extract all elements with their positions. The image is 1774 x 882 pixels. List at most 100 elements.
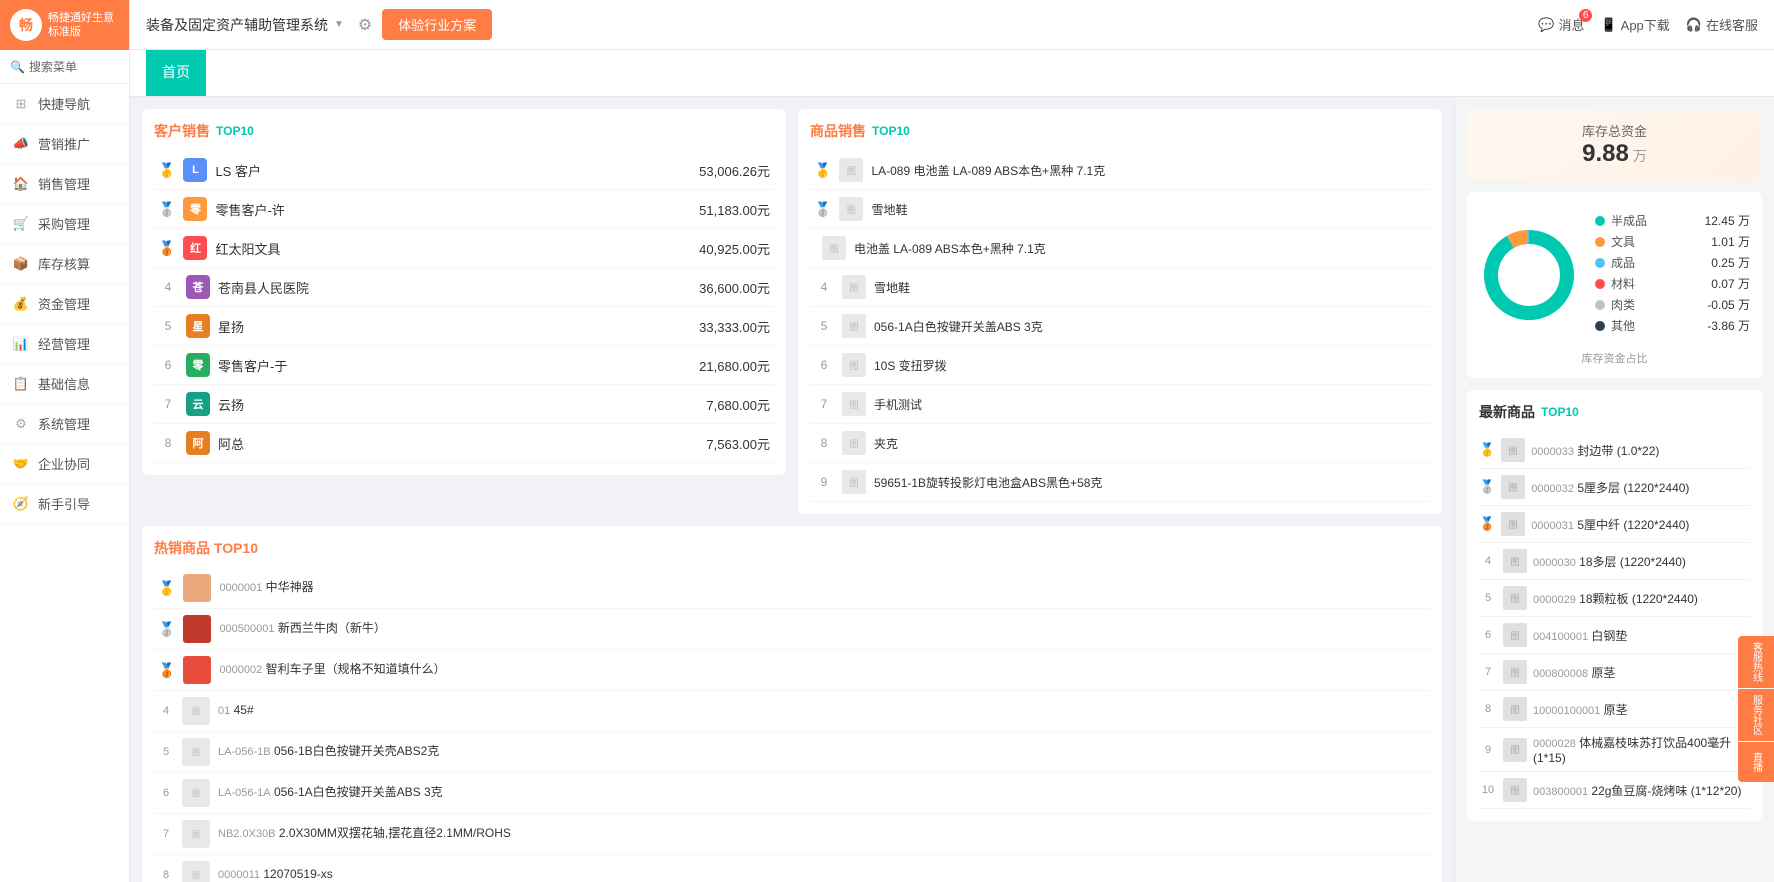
sidebar-item-operations[interactable]: 📊 经营管理 [0, 324, 129, 364]
newest-product-item: 5 图 0000029 18颗粒板 (1220*2440) [1479, 580, 1750, 617]
legend-item: 材料 0.07 万 [1595, 275, 1750, 292]
product-rank-item: 4 图 雪地鞋 [810, 268, 1430, 307]
inventory-subtitle: 库存资金占比 [1479, 350, 1750, 366]
product-rank-item: 6 图 10S 变扭罗拨 [810, 346, 1430, 385]
hot-product-item: 5 图 LA-056-1B 056-1B白色按键开关壳ABS2克 [154, 732, 1430, 773]
sidebar-item-quick-nav[interactable]: ⊞ 快捷导航 [0, 84, 129, 124]
customer-list-item: 6 零 零售客户-于 21,680.00元 [154, 346, 774, 385]
product-rank-item: 图 电池盖 LA-089 ABS本色+黑种 7.1克 [810, 229, 1430, 268]
customer-list-item: 4 苍 苍南县人民医院 36,600.00元 [154, 268, 774, 307]
inventory-icon: 📦 [12, 255, 30, 273]
sidebar-item-purchase[interactable]: 🛒 采购管理 [0, 204, 129, 244]
page-nav: 首页 [130, 50, 1774, 97]
cs-live-button[interactable]: 直播 [1738, 742, 1774, 782]
enterprise-icon: 🤝 [12, 455, 30, 473]
sidebar-item-inventory[interactable]: 📦 库存核算 [0, 244, 129, 284]
inventory-value: 9.88 [1582, 140, 1629, 168]
customer-list-item: 8 阿 阿总 7,563.00元 [154, 424, 774, 463]
hot-product-item: 4 图 01 45# [154, 691, 1430, 732]
newest-product-item: 🥈 图 0000032 5厘多层 (1220*2440) [1479, 469, 1750, 506]
product-rank-item: 9 图 59651-1B旋转投影灯电池盒ABS黑色+58克 [810, 463, 1430, 502]
newest-product-item: 🥉 图 0000031 5厘中纤 (1220*2440) [1479, 506, 1750, 543]
trial-button[interactable]: 体验行业方案 [382, 9, 492, 40]
customer-list-item: 7 云 云扬 7,680.00元 [154, 385, 774, 424]
hot-product-item: 🥇 0000001 中华神器 [154, 568, 1430, 609]
product-rank-card: 商品销售 TOP10 🥇 图 LA-089 电池盖 LA-089 ABS本色+黑… [798, 109, 1442, 514]
product-rank-title: 商品销售 TOP10 [810, 121, 1430, 141]
newest-products-card: 最新商品 TOP10 🥇 图 0000033 封边带 (1.0*22) 🥈 图 … [1467, 390, 1762, 821]
product-rank-item: 🥈 图 雪地鞋 [810, 190, 1430, 229]
search-icon: 🔍 [10, 60, 25, 74]
hot-product-item: 6 图 LA-056-1A 056-1A白色按键开关盖ABS 3克 [154, 773, 1430, 814]
online-service-button[interactable]: 🎧 在线客服 [1686, 15, 1758, 34]
gear-icon[interactable]: ⚙ [358, 15, 372, 35]
cs-hotline-button[interactable]: 客服热线 [1738, 636, 1774, 688]
message-icon: 💬 [1538, 17, 1554, 33]
top-customers-card: 客户销售 TOP10 🥇 L LS 客户 53,006.26元 🥈 零 零售客户… [142, 109, 786, 475]
cs-widget: 客服热线 服务社区 直播 [1738, 636, 1774, 782]
legend-item: 肉类 -0.05 万 [1595, 296, 1750, 313]
system-name: 装备及固定资产辅助管理系统 [146, 15, 328, 35]
newest-product-item: 10 图 003800001 22g鱼豆腐-烧烤味 (1*12*20) [1479, 772, 1750, 809]
sales-icon: 🏠 [12, 175, 30, 193]
newest-product-item: 8 图 10000100001 原茎 [1479, 691, 1750, 728]
customer-list-item: 🥈 零 零售客户-许 51,183.00元 [154, 190, 774, 229]
tab-home[interactable]: 首页 [146, 50, 206, 96]
message-button[interactable]: 💬 消息 6 [1538, 15, 1584, 34]
legend-item: 半成品 12.45 万 [1595, 212, 1750, 229]
product-rank-item: 🥇 图 LA-089 电池盖 LA-089 ABS本色+黑种 7.1克 [810, 151, 1430, 190]
headset-icon: 🎧 [1686, 17, 1702, 33]
hot-product-item: 🥈 000500001 新西兰牛肉（新牛） [154, 609, 1430, 650]
basic-info-icon: 📋 [12, 375, 30, 393]
inventory-unit: 万 [1633, 146, 1647, 166]
newest-product-item: 🥇 图 0000033 封边带 (1.0*22) [1479, 432, 1750, 469]
sidebar-item-marketing[interactable]: 📣 营销推广 [0, 124, 129, 164]
newest-product-item: 9 图 0000028 体械嘉枝味苏打饮品400毫升 (1*15) [1479, 728, 1750, 772]
sidebar-item-sales[interactable]: 🏠 销售管理 [0, 164, 129, 204]
sidebar-item-basic-info[interactable]: 📋 基础信息 [0, 364, 129, 404]
donut-chart [1479, 225, 1579, 325]
customer-list-item: 🥇 L LS 客户 53,006.26元 [154, 151, 774, 190]
home-icon: ⊞ [12, 95, 30, 113]
search-menu[interactable]: 🔍 搜索菜单 [0, 50, 129, 84]
legend-item: 其他 -3.86 万 [1595, 317, 1750, 334]
hot-product-item: 🥉 0000002 智利车子里（规格不知道填什么） [154, 650, 1430, 691]
legend-item: 成品 0.25 万 [1595, 254, 1750, 271]
inventory-total: 库存总资金 9.88 万 [1467, 109, 1762, 180]
topbar: 装备及固定资产辅助管理系统 ▼ ⚙ 体验行业方案 💬 消息 6 📱 App下载 … [130, 0, 1774, 50]
inventory-chart-card: 半成品 12.45 万 文具 1.01 万 成品 0.25 万 材料 0.07 … [1467, 192, 1762, 378]
sidebar-item-finance[interactable]: 💰 资金管理 [0, 284, 129, 324]
cs-community-button[interactable]: 服务社区 [1738, 689, 1774, 741]
sidebar-item-system[interactable]: ⚙ 系统管理 [0, 404, 129, 444]
sidebar-item-guide[interactable]: 🧭 新手引导 [0, 484, 129, 524]
customer-list-item: 🥉 红 红太阳文具 40,925.00元 [154, 229, 774, 268]
product-rank-item: 7 图 手机测试 [810, 385, 1430, 424]
chevron-down-icon: ▼ [334, 19, 344, 30]
topbar-right: 💬 消息 6 📱 App下载 🎧 在线客服 [1538, 15, 1758, 34]
product-rank-item: 8 图 夹克 [810, 424, 1430, 463]
hot-products-title: 热销商品 TOP10 [154, 538, 1430, 558]
finance-icon: 💰 [12, 295, 30, 313]
newest-product-item: 4 图 0000030 18多层 (1220*2440) [1479, 543, 1750, 580]
operations-icon: 📊 [12, 335, 30, 353]
left-panel: 客户销售 TOP10 🥇 L LS 客户 53,006.26元 🥈 零 零售客户… [130, 97, 1454, 882]
logo: 畅 畅捷通好生意 标准版 [0, 0, 129, 50]
customer-list-item: 5 星 星扬 33,333.00元 [154, 307, 774, 346]
system-selector[interactable]: 装备及固定资产辅助管理系统 ▼ [146, 15, 344, 35]
logo-icon: 畅 [10, 9, 42, 41]
newest-products-title: 最新商品 TOP10 [1479, 402, 1750, 422]
purchase-icon: 🛒 [12, 215, 30, 233]
product-rank-list: 🥇 图 LA-089 电池盖 LA-089 ABS本色+黑种 7.1克 🥈 图 … [810, 151, 1430, 502]
newest-product-item: 7 图 000800008 原茎 [1479, 654, 1750, 691]
right-panel: 库存总资金 9.88 万 [1454, 97, 1774, 882]
system-icon: ⚙ [12, 415, 30, 433]
main-area: 装备及固定资产辅助管理系统 ▼ ⚙ 体验行业方案 💬 消息 6 📱 App下载 … [130, 0, 1774, 882]
app-download-button[interactable]: 📱 App下载 [1600, 15, 1669, 34]
sidebar-item-enterprise[interactable]: 🤝 企业协同 [0, 444, 129, 484]
content: 客户销售 TOP10 🥇 L LS 客户 53,006.26元 🥈 零 零售客户… [130, 97, 1774, 882]
hot-product-item: 7 图 NB2.0X30B 2.0X30MM双摆花轴,摆花直径2.1MM/ROH… [154, 814, 1430, 855]
legend-item: 文具 1.01 万 [1595, 233, 1750, 250]
newest-product-item: 6 图 004100001 白钢垫 [1479, 617, 1750, 654]
sidebar: 畅 畅捷通好生意 标准版 🔍 搜索菜单 ⊞ 快捷导航 📣 营销推广 🏠 销售管理… [0, 0, 130, 882]
guide-icon: 🧭 [12, 495, 30, 513]
